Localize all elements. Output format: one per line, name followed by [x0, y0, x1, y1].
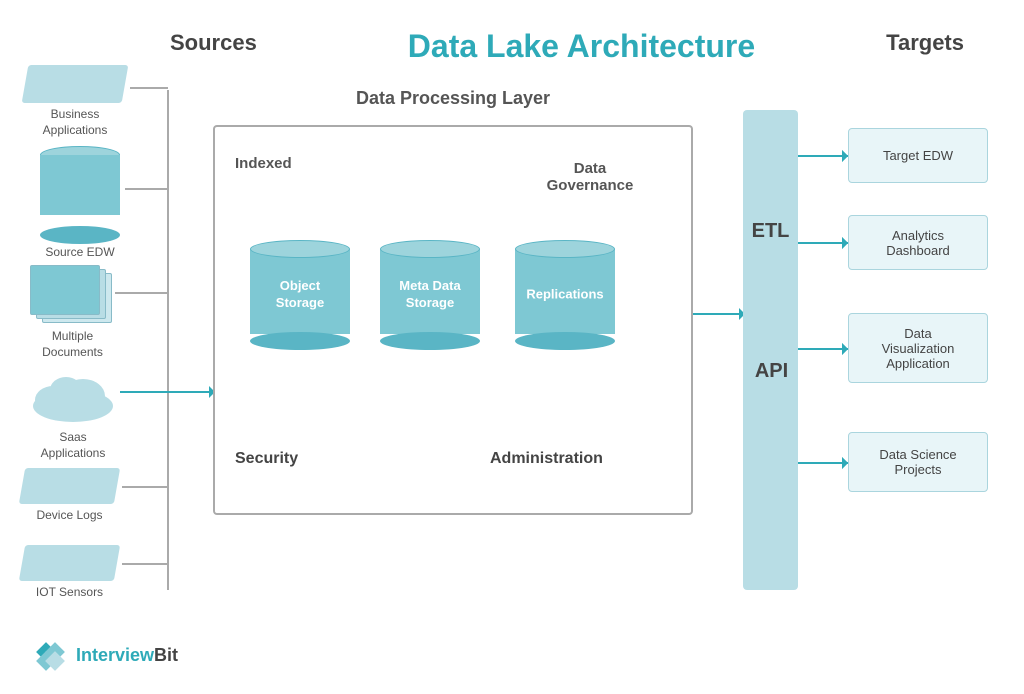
- doc-stack-icon: [30, 265, 115, 325]
- logo-diamond-icon: [30, 636, 68, 674]
- source-multiple-docs: MultipleDocuments: [30, 265, 115, 360]
- sources-vertical-line: [167, 90, 169, 590]
- data-viz-box: DataVisualizationApplication: [848, 313, 988, 383]
- main-title: Data Lake Architecture: [408, 28, 755, 65]
- saas-label: SaasApplications: [41, 430, 106, 461]
- business-apps-label: BusinessApplications: [43, 107, 108, 138]
- source-device-logs: Device Logs: [22, 468, 117, 522]
- business-apps-shape: [22, 65, 129, 103]
- source-edw-label: Source EDW: [45, 245, 114, 259]
- logo-area: InterviewBit: [30, 636, 178, 674]
- device-logs-shape: [19, 468, 120, 504]
- etl-label: ETL: [748, 220, 793, 243]
- etl-api-bar: [743, 110, 798, 590]
- analytics-dashboard-box: AnalyticsDashboard: [848, 215, 988, 270]
- sources-label: Sources: [170, 30, 257, 56]
- source-edw: Source EDW: [40, 155, 120, 259]
- iot-label: IOT Sensors: [36, 585, 103, 599]
- line-iot: [122, 563, 168, 565]
- iot-shape: [19, 545, 120, 581]
- administration-label: Administration: [490, 450, 603, 468]
- source-business-apps: BusinessApplications: [25, 65, 125, 138]
- security-label: Security: [235, 450, 298, 468]
- object-storage-cylinder: ObjectStorage: [250, 240, 350, 350]
- arrow-processing-to-etl: [693, 313, 745, 315]
- data-viz-arrow: [798, 348, 848, 350]
- targets-label: Targets: [886, 30, 964, 56]
- indexed-label: Indexed: [235, 155, 292, 172]
- api-label: API: [749, 360, 794, 383]
- source-saas: SaasApplications: [28, 368, 118, 461]
- data-science-box: Data ScienceProjects: [848, 432, 988, 492]
- line-docs: [115, 292, 168, 294]
- logo-text: InterviewBit: [76, 645, 178, 666]
- analytics-arrow: [798, 242, 848, 244]
- replications-cylinder: Replications: [515, 240, 615, 350]
- target-edw-box: Target EDW: [848, 128, 988, 183]
- multiple-docs-label: MultipleDocuments: [42, 329, 103, 360]
- metadata-storage-cylinder: Meta DataStorage: [380, 240, 480, 350]
- processing-layer-label: Data Processing Layer: [213, 88, 693, 109]
- line-business-apps: [130, 87, 168, 89]
- line-source-edw: [125, 188, 168, 190]
- main-source-arrow: [120, 391, 215, 393]
- data-governance-label: DataGovernance: [530, 160, 650, 194]
- source-edw-cylinder: [40, 155, 120, 235]
- cloud-icon: [28, 368, 118, 428]
- line-device-logs: [122, 486, 168, 488]
- data-science-arrow: [798, 462, 848, 464]
- target-edw-arrow: [798, 155, 848, 157]
- source-iot: IOT Sensors: [22, 545, 117, 599]
- device-logs-label: Device Logs: [36, 508, 102, 522]
